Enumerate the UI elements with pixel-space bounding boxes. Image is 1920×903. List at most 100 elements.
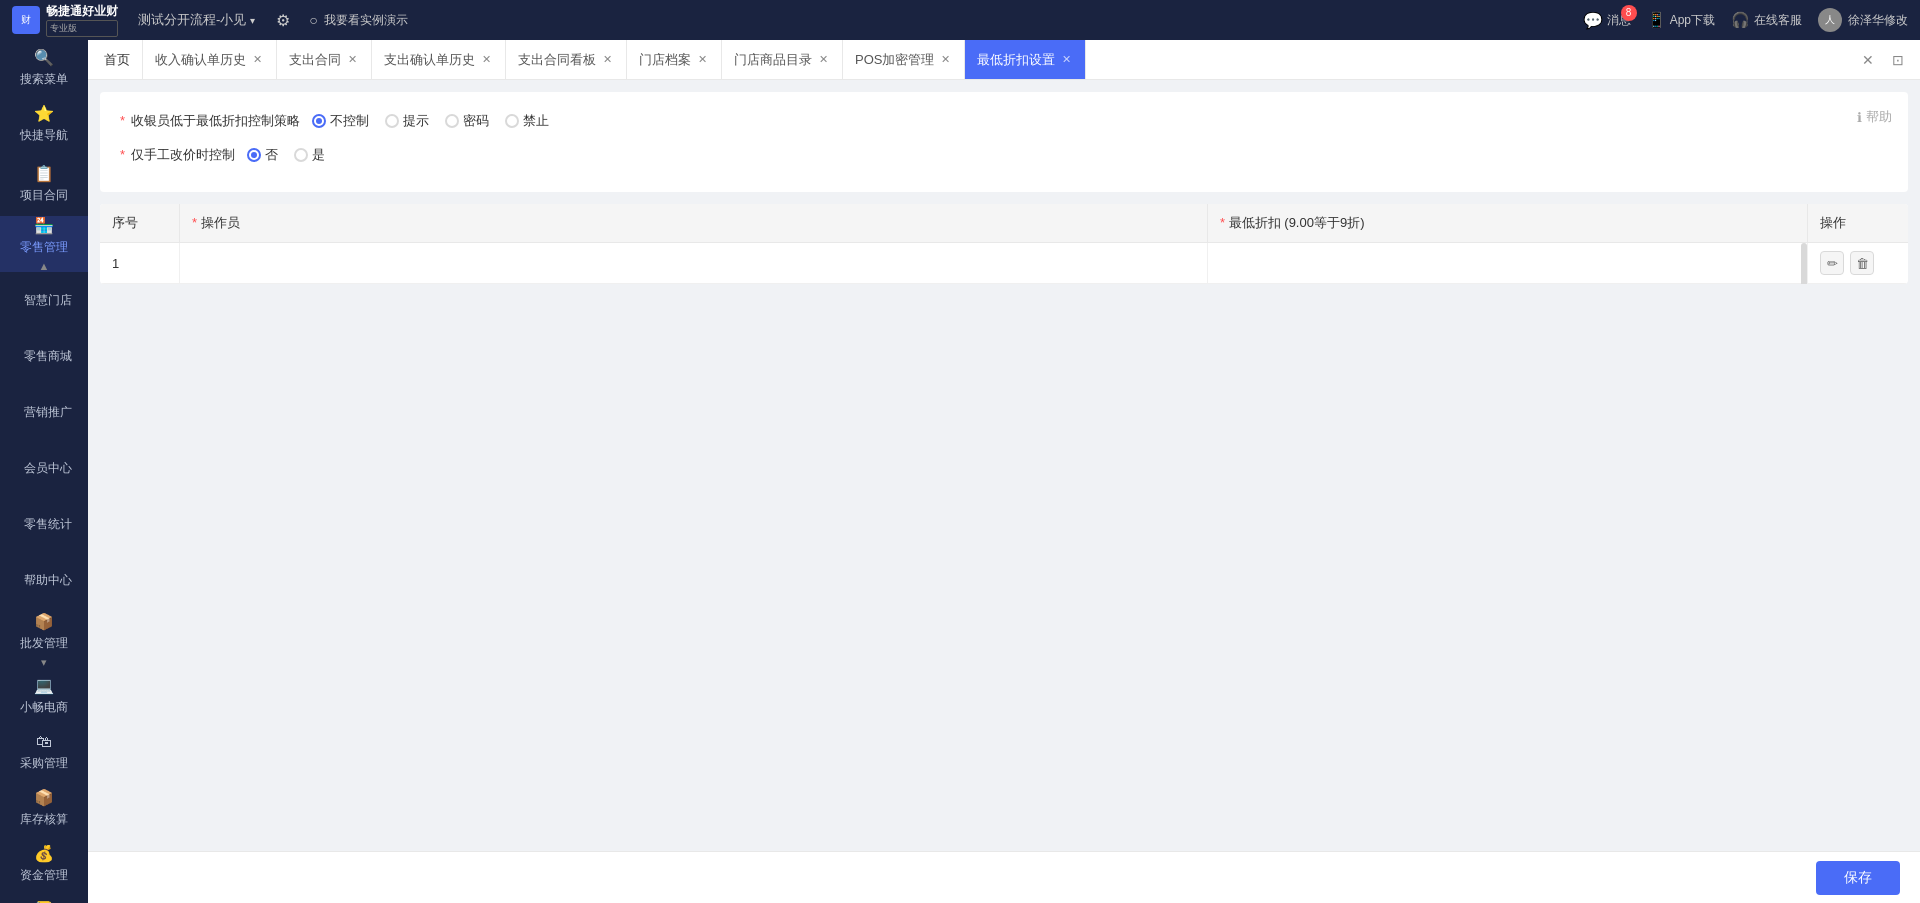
chevron-down-icon: ▾ [41, 656, 47, 669]
sidebar-item-label: 项目合同 [20, 187, 68, 204]
home-tab-label: 首页 [104, 51, 130, 69]
sidebar-item-label: 零售统计 [24, 516, 72, 533]
content-area: 首页 收入确认单历史 ✕ 支出合同 ✕ 支出确认单历史 ✕ 支出合同看板 ✕ 门… [88, 40, 1920, 903]
tab-label: 支出合同看板 [518, 51, 596, 69]
wholesale-icon: 📦 [34, 612, 54, 631]
avatar: 人 [1818, 8, 1842, 32]
radio-forbidden[interactable]: 禁止 [505, 112, 549, 130]
tab-income-confirm-history[interactable]: 收入确认单历史 ✕ [143, 40, 277, 80]
sidebar-item-smart-store[interactable]: 智慧门店 [0, 272, 88, 328]
purchase-icon: 🛍 [36, 733, 52, 751]
tab-label: 门店档案 [639, 51, 691, 69]
close-icon[interactable]: ✕ [345, 53, 359, 67]
tab-label: 支出合同 [289, 51, 341, 69]
close-tab-button[interactable]: ✕ [1854, 46, 1882, 74]
close-icon[interactable]: ✕ [695, 53, 709, 67]
sidebar-item-search[interactable]: 🔍 搜索菜单 [0, 40, 88, 96]
radio-circle [294, 148, 308, 162]
tab-payment-confirm-history[interactable]: 支出确认单历史 ✕ [372, 40, 506, 80]
scrollbar-thumb [1801, 243, 1807, 284]
sidebar-item-ledger[interactable]: 📒 总账管理 [0, 892, 88, 903]
tab-payment-contract-board[interactable]: 支出合同看板 ✕ [506, 40, 627, 80]
sidebar-item-inventory[interactable]: 📦 库存核算 [0, 780, 88, 836]
sidebar-item-label: 采购管理 [20, 755, 68, 772]
sidebar-item-purchase-mgmt[interactable]: 🛍 采购管理 [0, 724, 88, 780]
project-selector[interactable]: 测试分开流程-小见 ▾ [130, 7, 263, 33]
sidebar-item-retail-mgmt[interactable]: 🏪 零售管理 ▲ [0, 216, 88, 272]
sidebar-item-label: 小畅电商 [20, 699, 68, 716]
field1-row: * 收银员低于最低折扣控制策略 不控制 提示 [120, 112, 1888, 130]
th-actions: 操作 [1808, 204, 1908, 242]
tab-store-files[interactable]: 门店档案 ✕ [627, 40, 722, 80]
radio-circle-checked [312, 114, 326, 128]
th-seq: 序号 [100, 204, 180, 242]
sidebar-item-label: 搜索菜单 [20, 71, 68, 88]
save-button[interactable]: 保存 [1816, 861, 1900, 895]
sidebar-item-retail-mall[interactable]: 零售商城 [0, 328, 88, 384]
table-header: 序号 * 操作员 * 最低折扣 (9.00等于9折) 操作 [100, 204, 1908, 243]
tab-store-product-catalog[interactable]: 门店商品目录 ✕ [722, 40, 843, 80]
required-star: * [1220, 215, 1225, 230]
sidebar-item-fund-mgmt[interactable]: 💰 资金管理 [0, 836, 88, 892]
tabs-bar: 首页 收入确认单历史 ✕ 支出合同 ✕ 支出确认单历史 ✕ 支出合同看板 ✕ 门… [88, 40, 1920, 80]
radio-circle [505, 114, 519, 128]
delete-row-button[interactable]: 🗑 [1850, 251, 1874, 275]
edit-row-button[interactable]: ✏ [1820, 251, 1844, 275]
close-icon[interactable]: ✕ [938, 53, 952, 67]
sidebar-item-label: 资金管理 [20, 867, 68, 884]
app-name: 畅捷通好业财 [46, 3, 118, 20]
close-icon[interactable]: ✕ [1059, 53, 1073, 67]
star-icon: ⭐ [34, 104, 54, 123]
app-download-button[interactable]: 📱 App下载 [1647, 11, 1715, 29]
radio-password[interactable]: 密码 [445, 112, 489, 130]
close-icon[interactable]: ✕ [816, 53, 830, 67]
page-footer: 保存 [88, 851, 1920, 903]
field2-label: * 仅手工改价时控制 [120, 146, 235, 164]
expand-tab-button[interactable]: ⊡ [1884, 46, 1912, 74]
sidebar-item-project-contract[interactable]: 📋 项目合同 [0, 156, 88, 212]
th-min-discount: * 最低折扣 (9.00等于9折) [1208, 204, 1808, 242]
td-min-discount[interactable] [1208, 243, 1808, 283]
settings-icon[interactable]: ⚙ [269, 6, 297, 34]
contract-icon: 📋 [34, 164, 54, 183]
tab-label: 支出确认单历史 [384, 51, 475, 69]
customer-service-button[interactable]: 🎧 在线客服 [1731, 11, 1802, 29]
sidebar-item-retail-stats[interactable]: 零售统计 [0, 496, 88, 552]
radio-no[interactable]: 否 [247, 146, 278, 164]
radio-no-control[interactable]: 不控制 [312, 112, 369, 130]
user-menu[interactable]: 人 徐泽华修改 [1818, 8, 1908, 32]
sidebar-item-ecommerce[interactable]: 💻 小畅电商 [0, 668, 88, 724]
help-button[interactable]: ℹ 帮助 [1857, 108, 1892, 126]
radio-hint[interactable]: 提示 [385, 112, 429, 130]
sidebar-item-member-center[interactable]: 会员中心 [0, 440, 88, 496]
close-icon[interactable]: ✕ [600, 53, 614, 67]
tab-pos-password-mgmt[interactable]: POS加密管理 ✕ [843, 40, 965, 80]
sidebar-item-help-center[interactable]: 帮助中心 [0, 552, 88, 608]
sidebar-item-label: 批发管理 [20, 635, 68, 652]
sidebar-item-quick-nav[interactable]: ⭐ 快捷导航 [0, 96, 88, 152]
td-operator[interactable] [180, 243, 1208, 283]
radio-yes[interactable]: 是 [294, 146, 325, 164]
field1-label: * 收银员低于最低折扣控制策略 [120, 112, 300, 130]
close-icon[interactable]: ✕ [250, 53, 264, 67]
sidebar-item-label: 零售商城 [24, 348, 72, 365]
sidebar-item-marketing[interactable]: 营销推广 [0, 384, 88, 440]
fund-icon: 💰 [34, 844, 54, 863]
header: 财 畅捷通好业财 专业版 测试分开流程-小见 ▾ ⚙ ○ 我要看实例演示 💬 消… [0, 0, 1920, 40]
field1-radio-group: 不控制 提示 密码 禁止 [312, 112, 549, 130]
sidebar-item-wholesale-mgmt[interactable]: 📦 批发管理 ▾ [0, 612, 88, 668]
sidebar-item-label: 零售管理 [20, 239, 68, 256]
tab-home[interactable]: 首页 [92, 40, 143, 80]
professional-badge: 专业版 [46, 20, 118, 37]
tab-payment-contract[interactable]: 支出合同 ✕ [277, 40, 372, 80]
close-icon[interactable]: ✕ [479, 53, 493, 67]
message-button[interactable]: 💬 消息 8 [1583, 11, 1631, 30]
tab-label: 最低折扣设置 [977, 51, 1055, 69]
tab-label: 门店商品目录 [734, 51, 812, 69]
demo-link[interactable]: ○ 我要看实例演示 [309, 12, 407, 29]
tab-min-discount-settings[interactable]: 最低折扣设置 ✕ [965, 40, 1086, 80]
required-star: * [120, 113, 125, 128]
logo-icon: 财 [12, 6, 40, 34]
project-name: 测试分开流程-小见 [138, 11, 246, 29]
sidebar-item-label: 智慧门店 [24, 292, 72, 309]
